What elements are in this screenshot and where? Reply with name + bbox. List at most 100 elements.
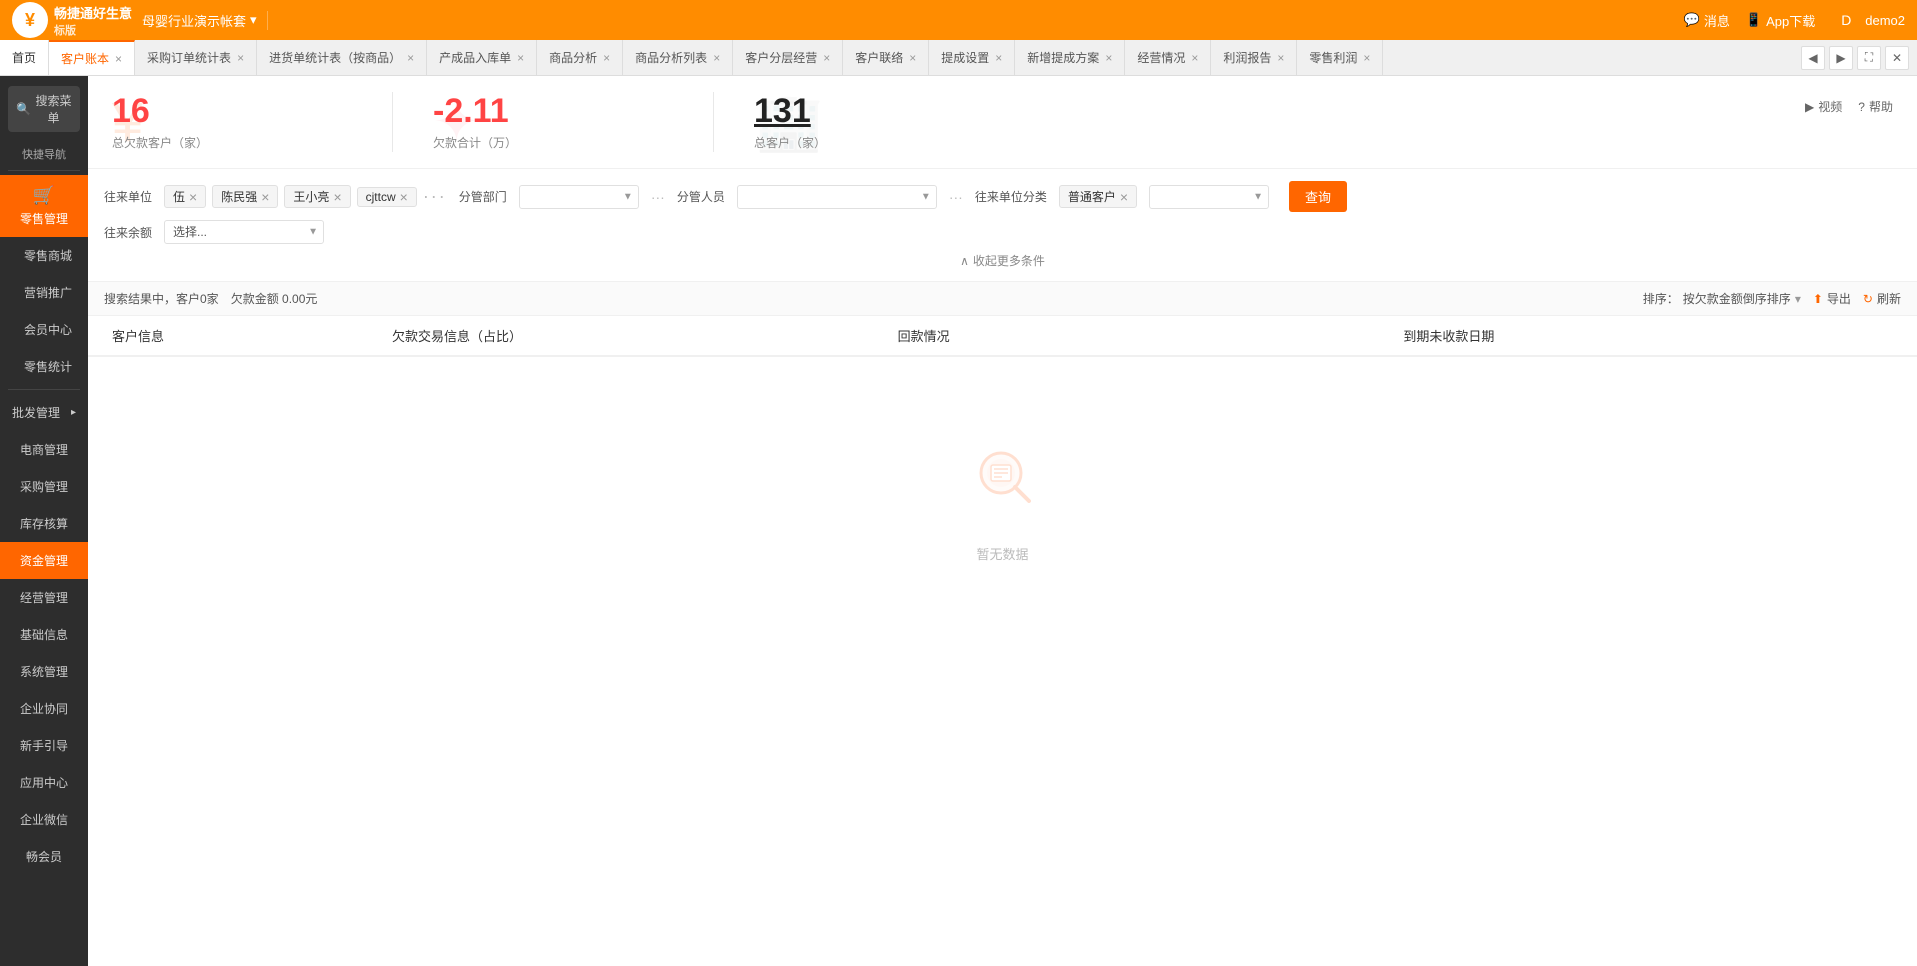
close-icon[interactable]: × — [603, 52, 610, 64]
app-download-button[interactable]: 📱 App下载 — [1746, 11, 1815, 30]
tab-label: 利润报告 — [1223, 49, 1271, 66]
remove-tag-wu[interactable]: × — [189, 190, 197, 204]
sidebar-item-label: 资金管理 — [20, 552, 68, 569]
sidebar-item-system[interactable]: 系统管理 — [0, 653, 88, 690]
sidebar-item-retail-mgmt[interactable]: 🛒 零售管理 — [0, 175, 88, 237]
more-tags-button[interactable]: ··· — [423, 186, 447, 207]
sidebar-item-batch-mgmt[interactable]: 批发管理 ▸ — [0, 394, 88, 431]
tab-bar: 首页 客户账本 × 采购订单统计表 × 进货单统计表（按商品） × 产成品入库单… — [0, 40, 1917, 76]
close-icon[interactable]: × — [1363, 52, 1370, 64]
tab-label: 客户账本 — [61, 50, 109, 67]
close-icon[interactable]: × — [517, 52, 524, 64]
table-header: 客户信息 欠款交易信息（占比） 回款情况 到期未收款日期 — [88, 316, 1917, 357]
tab-customer-tier[interactable]: 客户分层经营 × — [733, 40, 843, 76]
sidebar-item-label: 零售商城 — [24, 247, 72, 264]
tag-label: 陈民强 — [221, 188, 257, 205]
sidebar-item-ecommerce[interactable]: 电商管理 — [0, 431, 88, 468]
close-icon[interactable]: × — [1191, 52, 1198, 64]
balance-select[interactable]: 选择... — [164, 220, 324, 244]
refresh-button[interactable]: ↻ 刷新 — [1863, 290, 1901, 307]
close-icon[interactable]: × — [1105, 52, 1112, 64]
tab-expand-button[interactable]: ⛶ — [1857, 46, 1881, 70]
sidebar-item-app-center[interactable]: 应用中心 — [0, 764, 88, 801]
company-dropdown[interactable]: 母婴行业演示帐套 ▾ — [132, 11, 268, 30]
sidebar-item-quick-nav[interactable]: 快捷导航 — [0, 142, 88, 166]
tab-retail-profit[interactable]: 零售利润 × — [1297, 40, 1383, 76]
close-icon[interactable]: × — [115, 53, 122, 65]
tab-purchase-order[interactable]: 采购订单统计表 × — [135, 40, 257, 76]
tab-inbound-stats[interactable]: 进货单统计表（按商品） × — [257, 40, 427, 76]
sidebar-item-enterprise-collab[interactable]: 企业协同 — [0, 690, 88, 727]
tab-label: 新增提成方案 — [1027, 49, 1099, 66]
sidebar-item-retail-shop[interactable]: 零售商城 — [0, 237, 88, 274]
help-button[interactable]: ? 帮助 — [1858, 98, 1893, 115]
tab-goods-analysis[interactable]: 商品分析 × — [537, 40, 623, 76]
tab-prev-button[interactable]: ◀ — [1801, 46, 1825, 70]
tab-home[interactable]: 首页 — [0, 40, 49, 76]
tab-close-all-button[interactable]: ✕ — [1885, 46, 1909, 70]
sidebar-item-enterprise-wechat[interactable]: 企业微信 — [0, 801, 88, 838]
tab-goods-analysis-list[interactable]: 商品分析列表 × — [623, 40, 733, 76]
sidebar-item-retail-stats[interactable]: 零售统计 — [0, 348, 88, 385]
results-sort: 排序： 按欠款金额倒序排序 ▾ — [1643, 290, 1801, 307]
close-icon[interactable]: × — [713, 52, 720, 64]
app-logo: ¥ 畅捷通好生意 标版 — [12, 2, 132, 38]
close-icon[interactable]: × — [1277, 52, 1284, 64]
filter-tag-normal-customer: 普通客户 × — [1059, 185, 1137, 208]
results-customers-text: 搜索结果中，客户0家 — [104, 290, 219, 307]
sort-label: 排序： — [1643, 290, 1679, 307]
tab-customer-book[interactable]: 客户账本 × — [49, 40, 135, 76]
filter-tag-chen: 陈民强 × — [212, 185, 278, 208]
sidebar-item-basic[interactable]: 基础信息 — [0, 616, 88, 653]
unit-type-select[interactable] — [1149, 185, 1269, 209]
top-bar-right: 💬 消息 📱 App下载 D demo2 — [1684, 5, 1905, 35]
tab-business-status[interactable]: 经营情况 × — [1125, 40, 1211, 76]
remove-tag-normal[interactable]: × — [1120, 190, 1128, 204]
search-menu-button[interactable]: 🔍 搜索菜单 — [8, 86, 80, 132]
close-icon[interactable]: × — [823, 52, 830, 64]
close-icon[interactable]: × — [995, 52, 1002, 64]
collapse-button[interactable]: ∧ 收起更多条件 — [104, 252, 1901, 269]
stats-actions: ▶ 视频 ? 帮助 — [1805, 92, 1893, 152]
person-select[interactable] — [737, 185, 937, 209]
user-avatar-button[interactable]: D demo2 — [1831, 5, 1905, 35]
remove-tag-wang[interactable]: × — [333, 190, 341, 204]
results-summary: 搜索结果中，客户0家 欠款金额 0.00元 — [104, 290, 317, 307]
filter-tag-cjttcw: cjttcw × — [357, 187, 417, 207]
filter-row-2: 往来余额 选择... — [104, 220, 1901, 244]
sidebar-item-purchase[interactable]: 采购管理 — [0, 468, 88, 505]
tab-label: 商品分析 — [549, 49, 597, 66]
stat-total-customers-label: 总客户（家） — [754, 134, 826, 151]
sidebar-item-marketing[interactable]: 营销推广 — [0, 274, 88, 311]
close-icon[interactable]: × — [909, 52, 916, 64]
tab-label: 零售利润 — [1309, 49, 1357, 66]
remove-tag-cjttcw[interactable]: × — [400, 190, 408, 204]
sidebar-item-label: 电商管理 — [20, 441, 68, 458]
person-filter-label: 分管人员 — [677, 188, 725, 205]
remove-tag-chen[interactable]: × — [261, 190, 269, 204]
close-icon[interactable]: × — [237, 52, 244, 64]
download-icon: 📱 — [1746, 12, 1762, 28]
dept-select[interactable] — [519, 185, 639, 209]
sidebar-item-new-guide[interactable]: 新手引导 — [0, 727, 88, 764]
video-button[interactable]: ▶ 视频 — [1805, 98, 1842, 115]
sidebar-item-label: 零售管理 — [20, 210, 68, 227]
sidebar-item-vip-member[interactable]: 畅会员 — [0, 838, 88, 875]
tab-new-promotion-plan[interactable]: 新增提成方案 × — [1015, 40, 1125, 76]
export-button[interactable]: ⬆ 导出 — [1813, 290, 1851, 307]
query-button[interactable]: 查询 — [1289, 181, 1347, 212]
sidebar-item-inventory[interactable]: 库存核算 — [0, 505, 88, 542]
sidebar-item-capital[interactable]: 资金管理 — [0, 542, 88, 579]
tab-promotion-settings[interactable]: 提成设置 × — [929, 40, 1015, 76]
stat-divider-1 — [392, 92, 393, 152]
tab-profit-report[interactable]: 利润报告 × — [1211, 40, 1297, 76]
sidebar-item-ops[interactable]: 经营管理 — [0, 579, 88, 616]
close-icon[interactable]: × — [407, 52, 414, 64]
sidebar-item-label: 新手引导 — [20, 737, 68, 754]
tab-customer-contact[interactable]: 客户联络 × — [843, 40, 929, 76]
sidebar-item-label: 采购管理 — [20, 478, 68, 495]
tab-next-button[interactable]: ▶ — [1829, 46, 1853, 70]
sidebar-item-member[interactable]: 会员中心 — [0, 311, 88, 348]
tab-product-inbound[interactable]: 产成品入库单 × — [427, 40, 537, 76]
message-button[interactable]: 💬 消息 — [1684, 11, 1730, 30]
